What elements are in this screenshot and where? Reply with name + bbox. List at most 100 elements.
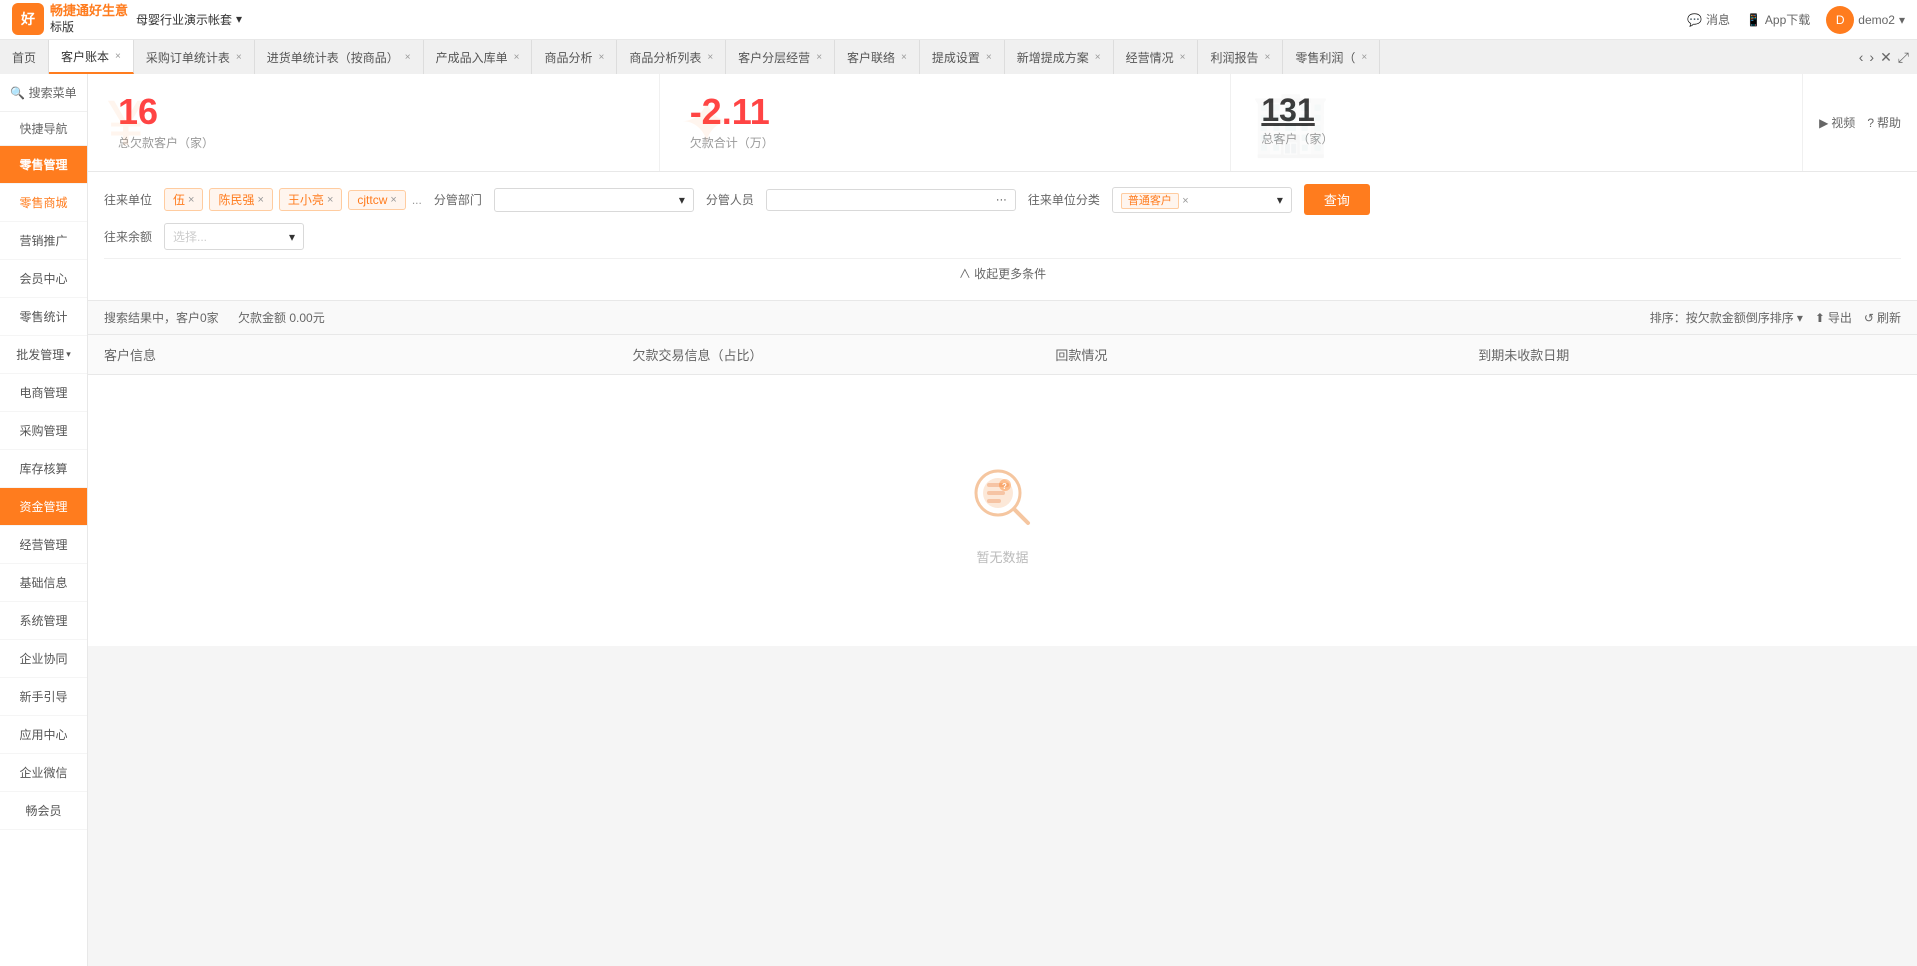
tab-customer-account[interactable]: 客户账本 × (49, 40, 134, 74)
tab-product-inbound-close[interactable]: × (514, 52, 520, 63)
sort-btn[interactable]: 排序：按欠款金额倒序排序 ▾ (1650, 309, 1803, 326)
tab-close-all[interactable]: ✕ (1880, 49, 1892, 66)
tab-product-analysis-list[interactable]: 商品分析列表 × (617, 40, 726, 74)
tab-product-analysis[interactable]: 商品分析 × (532, 40, 617, 74)
tab-customer-contact-label: 客户联络 (847, 49, 895, 66)
sidebar-item-new-guide[interactable]: 新手引导 (0, 678, 87, 716)
tab-inbound-stats[interactable]: 进货单统计表（按商品） × (255, 40, 424, 74)
sidebar-item-capital-mgmt[interactable]: 资金管理 (0, 488, 87, 526)
chevron-down-icon: ▾ (236, 12, 242, 26)
tab-retail-profit[interactable]: 零售利润（ × (1283, 40, 1380, 74)
tab-bar-controls: ‹ › ✕ ⤢ (1851, 49, 1917, 66)
tab-add-promotion-plan[interactable]: 新增提成方案 × (1005, 40, 1114, 74)
tab-business-status-close[interactable]: × (1180, 52, 1186, 63)
query-button[interactable]: 查询 (1304, 184, 1370, 215)
help-btn[interactable]: ? 帮助 (1867, 114, 1901, 131)
sidebar-item-batch-mgmt[interactable]: 批发管理 ▾ (0, 336, 87, 374)
filter-tag-cjttcw[interactable]: cjttcw × (348, 190, 405, 210)
sidebar-item-basic-info[interactable]: 基础信息 (0, 564, 87, 602)
filter-more-tags[interactable]: ... (412, 193, 422, 207)
sidebar-item-app-center[interactable]: 应用中心 (0, 716, 87, 754)
tab-product-analysis-label: 商品分析 (544, 49, 592, 66)
result-bar: 搜索结果中，客户0家 欠款金额 0.00元 排序：按欠款金额倒序排序 ▾ ⬆ 导… (88, 301, 1917, 335)
tab-product-inbound[interactable]: 产成品入库单 × (424, 40, 533, 74)
tab-promotion-settings-close[interactable]: × (986, 52, 992, 63)
filter-person-select[interactable]: ··· (766, 189, 1016, 211)
sidebar-item-enterprise-coop[interactable]: 企业协同 (0, 640, 87, 678)
tab-promotion-settings[interactable]: 提成设置 × (920, 40, 1005, 74)
remove-tag-chen[interactable]: × (257, 194, 263, 206)
sidebar-item-inventory-check[interactable]: 库存核算 (0, 450, 87, 488)
filter-dept-select[interactable]: ▾ (494, 188, 694, 212)
sidebar-item-retail-mgmt[interactable]: 零售管理 (0, 146, 87, 184)
tab-profit-report[interactable]: 利润报告 × (1198, 40, 1283, 74)
sidebar-item-retail-stats[interactable]: 零售统计 (0, 298, 87, 336)
filter-collapse-btn[interactable]: ∧ 收起更多条件 (104, 258, 1901, 288)
unit-type-remove[interactable]: × (1182, 195, 1188, 207)
remove-tag-cjttcw[interactable]: × (390, 194, 396, 206)
filter-unit-type-select[interactable]: 普通客户 × ▾ (1112, 187, 1292, 213)
tab-scroll-right[interactable]: › (1869, 49, 1874, 65)
filter-balance-select[interactable]: 选择... ▾ (164, 223, 304, 250)
tab-customer-account-close[interactable]: × (115, 51, 121, 62)
sidebar-item-system-mgmt-label: 系统管理 (19, 614, 67, 628)
bg-yuan-icon: ¥ (108, 86, 144, 160)
sort-label: 排序：按欠款金额倒序排序 (1650, 309, 1794, 326)
sidebar-item-member-center[interactable]: 会员中心 (0, 260, 87, 298)
filter-tag-chen[interactable]: 陈民强 × (209, 188, 272, 211)
sidebar-item-retail-mall[interactable]: 零售商城 (0, 184, 87, 222)
result-actions: 排序：按欠款金额倒序排序 ▾ ⬆ 导出 ↺ 刷新 (1650, 309, 1901, 326)
tab-customer-segment[interactable]: 客户分层经营 × (726, 40, 835, 74)
remove-tag-wang[interactable]: × (327, 194, 333, 206)
sidebar-quick-nav[interactable]: 快捷导航 (0, 112, 87, 146)
main-layout: 🔍 搜索菜单 快捷导航 零售管理 零售商城 营销推广 会员中心 零售统计 批发管… (0, 74, 1917, 966)
tab-retail-profit-close[interactable]: × (1361, 52, 1367, 63)
app-name: 畅捷通好生意 (50, 3, 128, 20)
tab-home[interactable]: 首页 (0, 40, 49, 74)
tab-add-promotion-plan-close[interactable]: × (1095, 52, 1101, 63)
remove-tag-wu[interactable]: × (188, 194, 194, 206)
app-download-btn[interactable]: 📱 App下载 (1746, 11, 1810, 28)
result-summary-text: 搜索结果中，客户0家 (104, 311, 219, 325)
tab-customer-segment-close[interactable]: × (816, 52, 822, 63)
message-btn[interactable]: 💬 消息 (1687, 11, 1730, 28)
tab-profit-report-close[interactable]: × (1264, 52, 1270, 63)
tab-inbound-stats-close[interactable]: × (405, 52, 411, 63)
tab-product-analysis-list-close[interactable]: × (707, 52, 713, 63)
sidebar-item-member-card-label: 畅会员 (25, 804, 61, 818)
filter-tag-wu[interactable]: 伍 × (164, 188, 203, 211)
tab-maximize[interactable]: ⤢ (1898, 49, 1909, 66)
top-bar: 好 畅捷通好生意 标版 母婴行业演示帐套 ▾ 💬 消息 📱 App下载 D de… (0, 0, 1917, 40)
sidebar-item-retail-stats-label: 零售统计 (19, 310, 67, 324)
tab-customer-contact-close[interactable]: × (901, 52, 907, 63)
sidebar-item-operations-mgmt[interactable]: 经营管理 (0, 526, 87, 564)
export-btn[interactable]: ⬆ 导出 (1815, 309, 1852, 326)
sidebar-item-new-guide-label: 新手引导 (19, 690, 67, 704)
sidebar-item-ecommerce-mgmt-label: 电商管理 (19, 386, 67, 400)
user-area[interactable]: D demo2 ▾ (1826, 6, 1905, 34)
refresh-btn[interactable]: ↺ 刷新 (1864, 309, 1901, 326)
sidebar-item-enterprise-wechat[interactable]: 企业微信 (0, 754, 87, 792)
tab-scroll-left[interactable]: ‹ (1859, 49, 1864, 65)
refresh-icon: ↺ (1864, 311, 1874, 325)
sidebar-item-ecommerce-mgmt[interactable]: 电商管理 (0, 374, 87, 412)
tab-product-analysis-close[interactable]: × (598, 52, 604, 63)
tab-business-status[interactable]: 经营情况 × (1114, 40, 1199, 74)
tab-purchase-order-close[interactable]: × (236, 52, 242, 63)
filter-row-units: 往来单位 伍 × 陈民强 × 王小亮 × cjttcw (104, 184, 1901, 215)
sidebar-item-marketing[interactable]: 营销推广 (0, 222, 87, 260)
filter-tag-wang[interactable]: 王小亮 × (279, 188, 342, 211)
sidebar-item-purchase-mgmt[interactable]: 采购管理 (0, 412, 87, 450)
version-label: 母婴行业演示帐套 (136, 11, 232, 28)
sidebar-search[interactable]: 🔍 搜索菜单 (0, 74, 87, 112)
version-dropdown[interactable]: 母婴行业演示帐套 ▾ (136, 11, 242, 28)
refresh-label: 刷新 (1877, 309, 1901, 326)
tab-customer-contact[interactable]: 客户联络 × (835, 40, 920, 74)
data-table: 客户信息 欠款交易信息（占比） 回款情况 到期未收款日期 (88, 335, 1917, 646)
tab-customer-account-label: 客户账本 (61, 48, 109, 65)
sidebar-item-member-card[interactable]: 畅会员 (0, 792, 87, 830)
sidebar-item-system-mgmt[interactable]: 系统管理 (0, 602, 87, 640)
result-debt-text: 欠款金额 0.00元 (238, 311, 325, 325)
video-btn[interactable]: ▶ 视频 (1819, 114, 1855, 131)
tab-purchase-order-stats[interactable]: 采购订单统计表 × (134, 40, 255, 74)
